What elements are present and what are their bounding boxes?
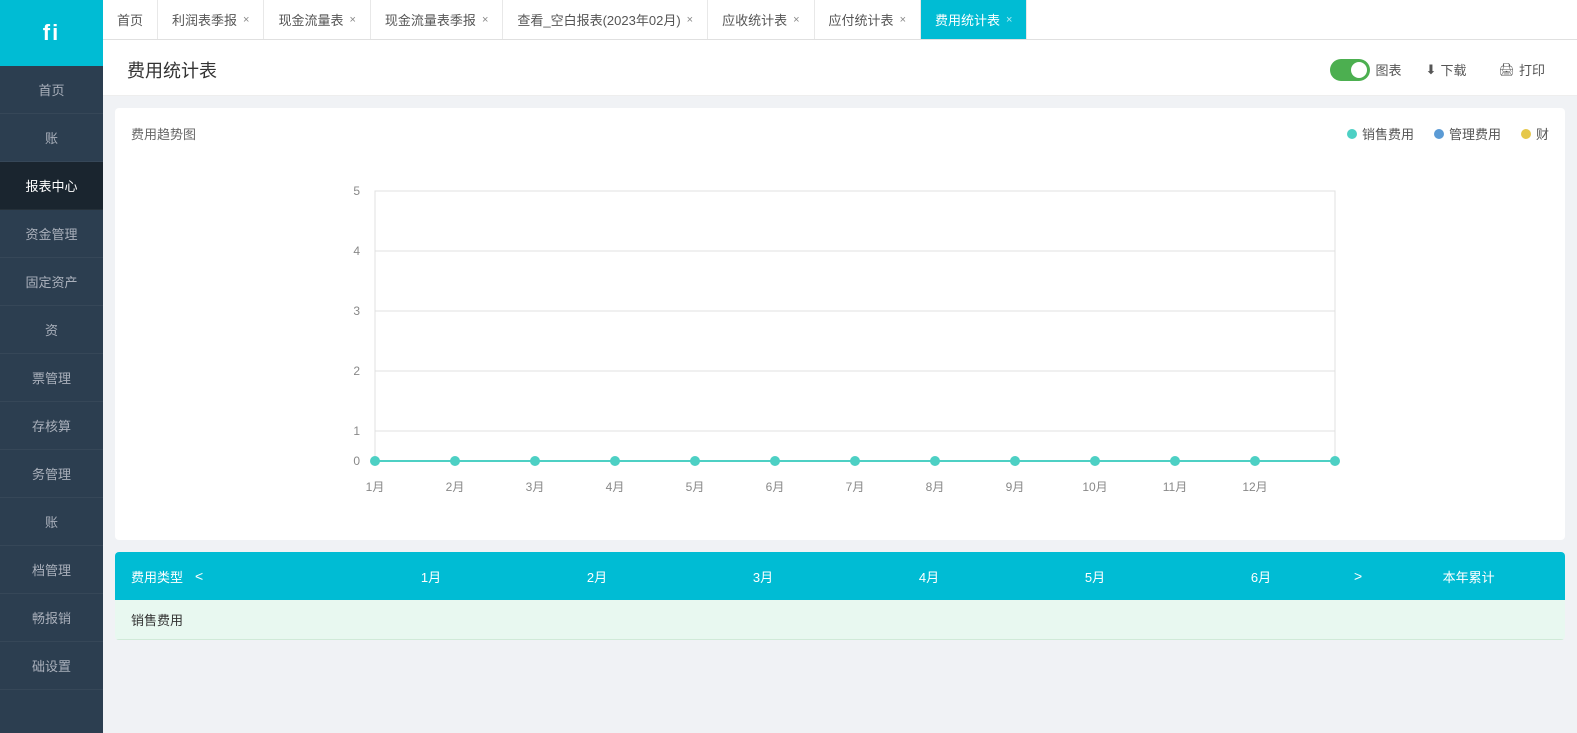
table-header-row: 费用类型 < 1月 2月 3月 4月 5月 6月 > 本年累计 — [115, 552, 1565, 600]
close-icon[interactable]: × — [349, 14, 355, 26]
sidebar-item-report-center[interactable]: 报表中心 — [0, 162, 103, 210]
sidebar-item-service-mgmt[interactable]: 务管理 — [0, 450, 103, 498]
td-may — [1030, 610, 1199, 630]
legend-dot-admin — [1434, 129, 1444, 139]
print-button[interactable]: 🖨 打印 — [1490, 56, 1553, 83]
chart-canvas: 5 4 3 2 1 0 — [131, 151, 1549, 524]
sidebar-item-fund-mgmt[interactable]: 资金管理 — [0, 210, 103, 258]
chart-title: 费用趋势图 — [131, 124, 196, 143]
page-header: 费用统计表 图表 ⬇ 下载 🖨 打印 — [103, 40, 1577, 96]
sidebar-item-ledger[interactable]: 账 — [0, 498, 103, 546]
tab-receivable-stats[interactable]: 应收统计表 × — [708, 0, 814, 39]
tabs-bar: 首页 利润表季报 × 现金流量表 × 现金流量表季报 × 查看_空白报表(202… — [103, 0, 1577, 40]
th-jun: 6月 — [1178, 555, 1344, 598]
th-ytd: 本年累计 — [1372, 555, 1565, 598]
sidebar-item-archive-mgmt[interactable]: 档管理 — [0, 546, 103, 594]
legend-dot-sales — [1347, 129, 1357, 139]
sidebar-item-account[interactable]: 账 — [0, 114, 103, 162]
th-apr: 4月 — [846, 555, 1012, 598]
td-feb — [522, 610, 691, 630]
close-icon[interactable]: × — [482, 14, 488, 26]
chart-toggle[interactable] — [1330, 59, 1370, 81]
close-icon[interactable]: × — [243, 14, 249, 26]
td-cost-type: 销售费用 — [115, 600, 353, 639]
content-area: 费用统计表 图表 ⬇ 下载 🖨 打印 费用趋势图 — [103, 40, 1577, 733]
toggle-wrap: 图表 — [1330, 59, 1402, 81]
td-jun — [1199, 610, 1368, 630]
svg-text:5: 5 — [353, 184, 360, 198]
page-title: 费用统计表 — [127, 57, 217, 83]
legend-finance-cost: 财 — [1521, 124, 1549, 143]
th-jan: 1月 — [348, 555, 514, 598]
tab-expense-stats[interactable]: 费用统计表 × — [921, 0, 1027, 39]
th-mar: 3月 — [680, 555, 846, 598]
chart-legend: 销售费用 管理费用 财 — [1347, 124, 1549, 143]
tab-cash-flow[interactable]: 现金流量表 × — [264, 0, 370, 39]
expense-table: 费用类型 < 1月 2月 3月 4月 5月 6月 > 本年累计 销售费用 — [115, 552, 1565, 640]
table-row: 销售费用 — [115, 600, 1565, 640]
toggle-label: 图表 — [1376, 60, 1402, 79]
legend-dot-finance — [1521, 129, 1531, 139]
svg-text:5月: 5月 — [686, 480, 705, 494]
svg-text:0: 0 — [353, 454, 360, 468]
legend-label-sales: 销售费用 — [1362, 124, 1414, 143]
chart-section: 费用趋势图 销售费用 管理费用 财 — [115, 108, 1565, 540]
svg-text:2月: 2月 — [446, 480, 465, 494]
svg-text:3: 3 — [353, 304, 360, 318]
sidebar-logo: fi — [0, 0, 103, 66]
legend-admin-cost: 管理费用 — [1434, 124, 1501, 143]
close-icon[interactable]: × — [687, 14, 693, 26]
svg-text:7月: 7月 — [846, 480, 865, 494]
tab-home[interactable]: 首页 — [103, 0, 158, 39]
prev-arrow[interactable]: < — [191, 568, 207, 584]
svg-text:2: 2 — [353, 364, 360, 378]
close-icon[interactable]: × — [1006, 14, 1012, 26]
tab-profit-quarterly[interactable]: 利润表季报 × — [158, 0, 264, 39]
close-icon[interactable]: × — [900, 14, 906, 26]
download-icon: ⬇ — [1426, 62, 1437, 78]
svg-text:4月: 4月 — [606, 480, 625, 494]
legend-label-admin: 管理费用 — [1449, 124, 1501, 143]
svg-text:1月: 1月 — [366, 480, 385, 494]
svg-text:3月: 3月 — [526, 480, 545, 494]
tab-view-blank-report[interactable]: 查看_空白报表(2023年02月) × — [503, 0, 708, 39]
legend-label-finance: 财 — [1536, 124, 1549, 143]
svg-text:11月: 11月 — [1163, 480, 1187, 494]
sidebar: fi 首页 账 报表中心 资金管理 固定资产 资 票管理 存核算 务管理 账 档… — [0, 0, 103, 733]
svg-text:8月: 8月 — [926, 480, 945, 494]
svg-text:9月: 9月 — [1006, 480, 1025, 494]
sidebar-item-basic-settings[interactable]: 础设置 — [0, 642, 103, 690]
print-icon: 🖨 — [1498, 62, 1515, 78]
td-ytd — [1368, 610, 1565, 630]
td-mar — [691, 610, 860, 630]
chart-header: 费用趋势图 销售费用 管理费用 财 — [131, 124, 1549, 143]
sidebar-item-home[interactable]: 首页 — [0, 66, 103, 114]
tab-payable-stats[interactable]: 应付统计表 × — [815, 0, 921, 39]
main-area: 首页 利润表季报 × 现金流量表 × 现金流量表季报 × 查看_空白报表(202… — [103, 0, 1577, 733]
legend-sales-cost: 销售费用 — [1347, 124, 1414, 143]
svg-text:6月: 6月 — [766, 480, 785, 494]
header-actions: 图表 ⬇ 下载 🖨 打印 — [1330, 56, 1553, 83]
svg-text:12月: 12月 — [1242, 480, 1267, 494]
sidebar-item-fixed-assets[interactable]: 固定资产 — [0, 258, 103, 306]
sidebar-item-assets[interactable]: 资 — [0, 306, 103, 354]
sidebar-item-inventory[interactable]: 存核算 — [0, 402, 103, 450]
svg-text:4: 4 — [353, 244, 360, 258]
tab-cash-flow-quarterly[interactable]: 现金流量表季报 × — [371, 0, 503, 39]
svg-text:1: 1 — [353, 424, 360, 438]
svg-text:10月: 10月 — [1082, 480, 1107, 494]
close-icon[interactable]: × — [793, 14, 799, 26]
line-chart-svg: 5 4 3 2 1 0 — [131, 151, 1549, 521]
download-button[interactable]: ⬇ 下载 — [1418, 56, 1475, 83]
th-may: 5月 — [1012, 555, 1178, 598]
next-arrow[interactable]: > — [1344, 552, 1372, 600]
sidebar-item-ticket-mgmt[interactable]: 票管理 — [0, 354, 103, 402]
td-apr — [861, 610, 1030, 630]
td-jan — [353, 610, 522, 630]
sidebar-item-sales[interactable]: 畅报销 — [0, 594, 103, 642]
th-feb: 2月 — [514, 555, 680, 598]
th-cost-type: 费用类型 < — [115, 555, 348, 598]
